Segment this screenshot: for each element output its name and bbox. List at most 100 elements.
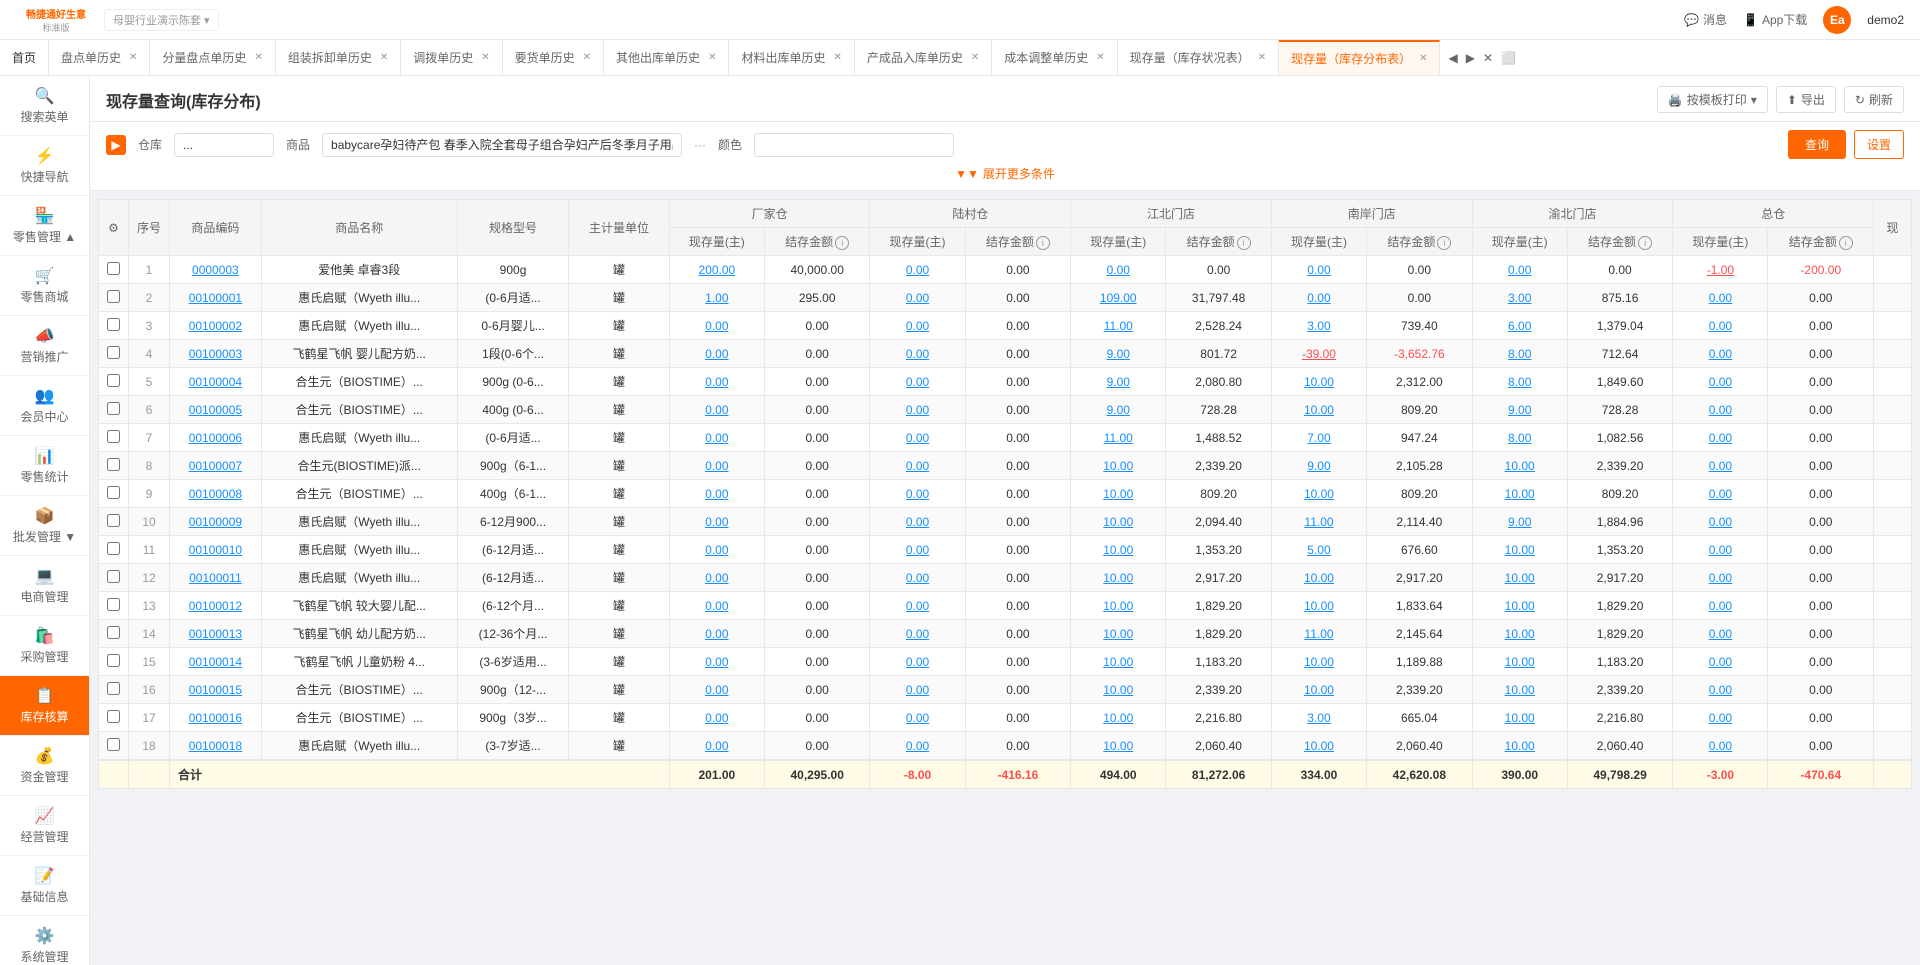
row-checkbox[interactable] bbox=[99, 564, 129, 592]
tabs-next-btn[interactable]: ▶ bbox=[1462, 47, 1479, 69]
row-zc-amount: 0.00 bbox=[1768, 732, 1874, 761]
color-input[interactable] bbox=[754, 133, 954, 157]
col-no-header: 序号 bbox=[129, 200, 170, 256]
row-checkbox[interactable] bbox=[99, 732, 129, 761]
ybmd-info-icon[interactable]: i bbox=[1638, 236, 1652, 250]
filter-toggle-btn[interactable]: ▶ bbox=[106, 135, 126, 155]
export-icon: ⬆ bbox=[1787, 93, 1797, 107]
row-checkbox[interactable] bbox=[99, 480, 129, 508]
sidebar-item-member[interactable]: 👥 会员中心 bbox=[0, 376, 89, 436]
tab-close-sub-stock[interactable]: ✕ bbox=[254, 52, 262, 63]
tab-material-out-record[interactable]: 材料出库单历史 ✕ bbox=[729, 40, 854, 76]
tabs-close-btn[interactable]: ✕ bbox=[1479, 47, 1497, 69]
row-checkbox[interactable] bbox=[99, 340, 129, 368]
row-unit: 罐 bbox=[569, 592, 669, 620]
avatar[interactable]: Ea bbox=[1823, 6, 1851, 34]
tab-inventory-status[interactable]: 现存量（库存状况表）✕ bbox=[1118, 40, 1279, 76]
sidebar-item-purchase[interactable]: 🛍️ 采购管理 bbox=[0, 616, 89, 676]
tab-close-cost-adjust[interactable]: ✕ bbox=[1096, 52, 1104, 63]
row-checkbox[interactable] bbox=[99, 256, 129, 284]
warehouse-input[interactable] bbox=[174, 133, 274, 157]
row-checkbox[interactable] bbox=[99, 452, 129, 480]
tab-close-product-in[interactable]: ✕ bbox=[971, 52, 979, 63]
tab-close-transfer[interactable]: ✕ bbox=[481, 52, 489, 63]
tab-cost-adjust-record[interactable]: 成本调整单历史 ✕ bbox=[992, 40, 1117, 76]
row-checkbox[interactable] bbox=[99, 676, 129, 704]
row-checkbox[interactable] bbox=[99, 396, 129, 424]
col-jbmd-amount: 结存金额i bbox=[1166, 228, 1272, 256]
row-checkbox[interactable] bbox=[99, 368, 129, 396]
row-checkbox[interactable] bbox=[99, 424, 129, 452]
row-ybmd-qty: 9.00 bbox=[1472, 396, 1567, 424]
setting-btn[interactable]: 设置 bbox=[1854, 130, 1904, 159]
tab-close-requisition[interactable]: ✕ bbox=[583, 52, 591, 63]
tab-close-inv-dist[interactable]: ✕ bbox=[1419, 53, 1427, 64]
row-checkbox[interactable] bbox=[99, 284, 129, 312]
row-lcj-amount: 0.00 bbox=[965, 368, 1071, 396]
product-input[interactable] bbox=[322, 133, 682, 157]
tab-close-other-out[interactable]: ✕ bbox=[708, 52, 716, 63]
summary-lcj-amount: -416.16 bbox=[965, 760, 1071, 789]
export-btn[interactable]: ⬆ 导出 bbox=[1776, 86, 1836, 113]
filter-expand-btn[interactable]: ▼▼ 展开更多条件 bbox=[106, 165, 1904, 182]
row-checkbox[interactable] bbox=[99, 312, 129, 340]
col-gear[interactable]: ⚙ bbox=[99, 200, 129, 256]
zc-info-icon[interactable]: i bbox=[1839, 236, 1853, 250]
row-checkbox[interactable] bbox=[99, 592, 129, 620]
tab-inventory-dist[interactable]: 现存量（库存分布表）✕ bbox=[1279, 40, 1440, 76]
row-zc-qty: 0.00 bbox=[1673, 564, 1768, 592]
sidebar-item-retail[interactable]: 🏪 零售管理 ▲ bbox=[0, 196, 89, 256]
sidebar-item-basics[interactable]: 📝 基础信息 bbox=[0, 856, 89, 916]
tab-transfer-record[interactable]: 调拨单历史 ✕ bbox=[401, 40, 502, 76]
row-checkbox[interactable] bbox=[99, 508, 129, 536]
warehouse-label: 仓库 bbox=[138, 136, 162, 153]
row-spec: (0-6月适... bbox=[457, 424, 569, 452]
sidebar-item-system[interactable]: ⚙️ 系统管理 bbox=[0, 916, 89, 965]
tab-other-out-record[interactable]: 其他出库单历史 ✕ bbox=[604, 40, 729, 76]
tabs-expand-btn[interactable]: ⬜ bbox=[1497, 47, 1520, 69]
row-code: 00100011 bbox=[170, 564, 262, 592]
sidebar-item-quick-nav[interactable]: ⚡ 快捷导航 bbox=[0, 136, 89, 196]
sidebar-item-marketing[interactable]: 📣 营销推广 bbox=[0, 316, 89, 376]
lcj-info-icon[interactable]: i bbox=[1036, 236, 1050, 250]
sidebar-item-ecommerce[interactable]: 💻 电商管理 bbox=[0, 556, 89, 616]
row-checkbox[interactable] bbox=[99, 704, 129, 732]
row-spec: 400g（6-1... bbox=[457, 480, 569, 508]
tab-close-material-out[interactable]: ✕ bbox=[833, 52, 841, 63]
tab-product-in-record[interactable]: 产成品入库单历史 ✕ bbox=[855, 40, 992, 76]
row-checkbox[interactable] bbox=[99, 536, 129, 564]
query-btn[interactable]: 查询 bbox=[1788, 130, 1846, 159]
jbmd-info-icon[interactable]: i bbox=[1237, 236, 1251, 250]
tab-close-assemble[interactable]: ✕ bbox=[380, 52, 388, 63]
cfj-info-icon[interactable]: i bbox=[835, 236, 849, 250]
tab-assemble-record[interactable]: 组装拆卸单历史 ✕ bbox=[276, 40, 401, 76]
namd-info-icon[interactable]: i bbox=[1437, 236, 1451, 250]
tab-requisition-record[interactable]: 要货单历史 ✕ bbox=[503, 40, 604, 76]
tab-home[interactable]: 首页 bbox=[0, 40, 49, 76]
row-spec: (0-6月适... bbox=[457, 284, 569, 312]
row-lcj-amount: 0.00 bbox=[965, 396, 1071, 424]
product-more-btn[interactable]: ··· bbox=[694, 138, 706, 152]
industry-selector[interactable]: 母婴行业演示陈套 ▾ bbox=[104, 9, 219, 31]
table-row: 12 00100011 惠氏启赋（Wyeth illu... (6-12月适..… bbox=[99, 564, 1912, 592]
row-checkbox[interactable] bbox=[99, 620, 129, 648]
sidebar-item-finance[interactable]: 💰 资金管理 bbox=[0, 736, 89, 796]
app-download-btn[interactable]: 📱 App下载 bbox=[1743, 11, 1807, 28]
refresh-btn[interactable]: ↻ 刷新 bbox=[1844, 86, 1904, 113]
tabs-prev-btn[interactable]: ◀ bbox=[1444, 47, 1461, 69]
sidebar-item-wholesale[interactable]: 📦 批发管理 ▼ bbox=[0, 496, 89, 556]
sidebar-item-inventory[interactable]: 📋 库存核算 bbox=[0, 676, 89, 736]
row-zc-qty: 0.00 bbox=[1673, 676, 1768, 704]
table-area[interactable]: ⚙ 序号 商品编码 商品名称 规格型号 主计量单位 厂家仓 陆村仓 江北门店 南… bbox=[90, 191, 1920, 965]
sidebar-item-operation[interactable]: 📈 经营管理 bbox=[0, 796, 89, 856]
sidebar-item-retail-stats[interactable]: 📊 零售统计 bbox=[0, 436, 89, 496]
tab-stock-record[interactable]: 盘点单历史 ✕ bbox=[49, 40, 150, 76]
message-btn[interactable]: 💬 消息 bbox=[1684, 11, 1727, 28]
row-checkbox[interactable] bbox=[99, 648, 129, 676]
tab-close-inv-status[interactable]: ✕ bbox=[1258, 52, 1266, 63]
sidebar-item-retail-mall[interactable]: 🛒 零售商城 bbox=[0, 256, 89, 316]
tab-sub-stock-record[interactable]: 分量盘点单历史 ✕ bbox=[150, 40, 275, 76]
print-btn[interactable]: 🖨️ 按模板打印 ▾ bbox=[1657, 86, 1768, 113]
tab-close-stock-record[interactable]: ✕ bbox=[129, 52, 137, 63]
sidebar-item-search[interactable]: 🔍 搜索英单 bbox=[0, 76, 89, 136]
